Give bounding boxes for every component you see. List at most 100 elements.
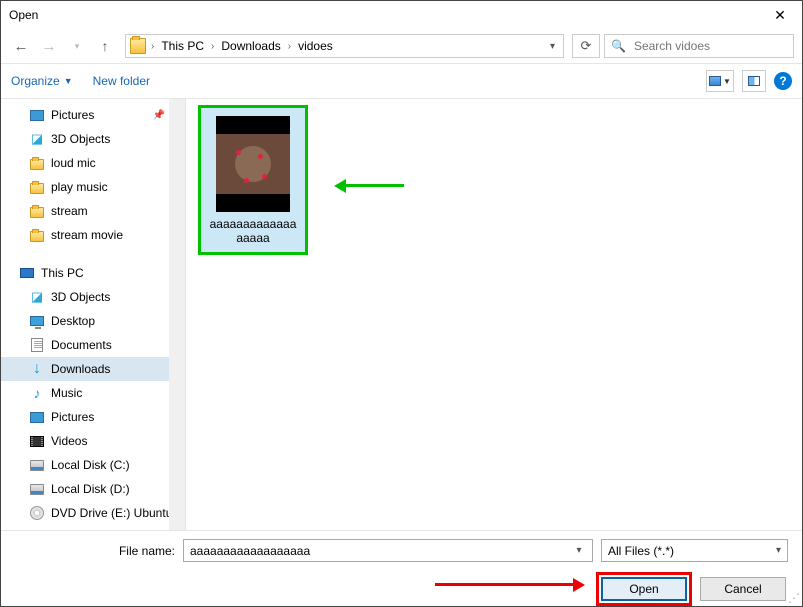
disk-icon [29, 457, 45, 473]
desktop-icon [29, 313, 45, 329]
dvd-icon [29, 505, 45, 521]
address-history-dropdown[interactable]: ▾ [546, 41, 559, 52]
search-icon: 🔍 [611, 39, 626, 53]
tree-item-label: Desktop [51, 314, 95, 328]
tree-item-play-music[interactable]: play music [1, 175, 185, 199]
open-button[interactable]: Open [601, 577, 687, 601]
dialog-body: Pictures 📌 ◪ 3D Objects loud mic play mu… [1, 99, 802, 530]
tree-item-dvd[interactable]: DVD Drive (E:) Ubuntu [1, 501, 185, 525]
tree-item-label: stream [51, 204, 88, 218]
this-pc-icon [19, 265, 35, 281]
breadcrumb-this-pc[interactable]: This PC [159, 39, 206, 53]
tree-item-videos[interactable]: Videos [1, 429, 185, 453]
close-button[interactable]: ✕ [758, 1, 802, 29]
chevron-down-icon: ▼ [723, 77, 731, 86]
downloads-icon: ↓ [29, 361, 45, 377]
tree-item-stream[interactable]: stream [1, 199, 185, 223]
tree-item-label: play music [51, 180, 108, 194]
tree-item-label: stream movie [51, 228, 123, 242]
dialog-footer: File name: ▾ All Files (*.*) ▾ Open Canc… [1, 530, 802, 606]
tree-item-label: Pictures [51, 108, 94, 122]
navigation-tree[interactable]: Pictures 📌 ◪ 3D Objects loud mic play mu… [1, 99, 186, 530]
annotation-highlight-open: Open [596, 572, 692, 606]
folder-icon [29, 203, 45, 219]
chevron-down-icon[interactable]: ▾ [570, 545, 588, 556]
window-title: Open [9, 8, 758, 22]
3d-objects-icon: ◪ [29, 131, 45, 147]
music-icon: ♪ [29, 385, 45, 401]
tree-item-label: Videos [51, 434, 87, 448]
chevron-right-icon[interactable]: › [208, 41, 217, 52]
folder-icon [29, 227, 45, 243]
tree-item-3d-qa[interactable]: ◪ 3D Objects [1, 127, 185, 151]
address-bar[interactable]: › This PC › Downloads › vidoes ▾ [125, 34, 564, 58]
tree-item-label: 3D Objects [51, 290, 110, 304]
command-bar: Organize ▼ New folder ▼ ? [1, 63, 802, 99]
3d-objects-icon: ◪ [29, 289, 45, 305]
documents-icon [29, 337, 45, 353]
resize-grip[interactable]: ⋰ [788, 592, 800, 604]
annotation-arrow-red [435, 578, 585, 592]
tree-item-pictures-qa[interactable]: Pictures 📌 [1, 103, 185, 127]
breadcrumb-current[interactable]: vidoes [296, 39, 335, 53]
tree-item-label: loud mic [51, 156, 96, 170]
tree-item-label: Downloads [51, 362, 110, 376]
navigation-bar: ← → ▾ ↑ › This PC › Downloads › vidoes ▾… [1, 29, 802, 63]
cancel-button[interactable]: Cancel [700, 577, 786, 601]
breadcrumb-downloads[interactable]: Downloads [219, 39, 282, 53]
file-type-filter[interactable]: All Files (*.*) ▾ [601, 539, 788, 562]
tree-item-downloads[interactable]: ↓ Downloads [1, 357, 185, 381]
help-button[interactable]: ? [774, 72, 792, 90]
tree-item-label: Documents [51, 338, 112, 352]
file-item-label: aaaaaaaaaaaaaaaaaa [205, 218, 301, 248]
forward-button[interactable]: → [37, 34, 61, 58]
chevron-right-icon[interactable]: › [285, 41, 294, 52]
tree-item-label: Music [51, 386, 82, 400]
folder-icon [29, 179, 45, 195]
preview-pane-button[interactable] [742, 70, 766, 92]
tree-item-documents[interactable]: Documents [1, 333, 185, 357]
search-box[interactable]: 🔍 [604, 34, 794, 58]
tree-item-label: Pictures [51, 410, 94, 424]
tree-item-disk-c[interactable]: Local Disk (C:) [1, 453, 185, 477]
chevron-down-icon: ▼ [64, 76, 73, 86]
tree-item-3d[interactable]: ◪ 3D Objects [1, 285, 185, 309]
pictures-icon [29, 409, 45, 425]
tree-item-label: Local Disk (D:) [51, 482, 130, 496]
file-list-area[interactable]: aaaaaaaaaaaaaaaaaa [186, 99, 802, 530]
tree-item-music[interactable]: ♪ Music [1, 381, 185, 405]
filename-label: File name: [15, 544, 175, 558]
tree-item-desktop[interactable]: Desktop [1, 309, 185, 333]
title-bar: Open ✕ [1, 1, 802, 29]
tree-item-stream-movie[interactable]: stream movie [1, 223, 185, 247]
thumbnails-icon [709, 76, 721, 86]
tree-item-label: This PC [41, 266, 84, 280]
file-item-selected[interactable]: aaaaaaaaaaaaaaaaaa [198, 105, 308, 255]
tree-item-label: DVD Drive (E:) Ubuntu [51, 506, 172, 520]
tree-item-label: 3D Objects [51, 132, 110, 146]
search-input[interactable] [632, 38, 791, 54]
refresh-button[interactable]: ⟳ [572, 34, 600, 58]
pictures-icon [29, 107, 45, 123]
pin-icon: 📌 [153, 110, 165, 121]
up-button[interactable]: ↑ [93, 34, 117, 58]
tree-item-loud-mic[interactable]: loud mic [1, 151, 185, 175]
recent-locations-dropdown[interactable]: ▾ [65, 34, 89, 58]
chevron-down-icon[interactable]: ▾ [776, 545, 781, 556]
new-folder-button[interactable]: New folder [93, 74, 150, 88]
filename-input[interactable] [188, 543, 570, 559]
view-options-button[interactable]: ▼ [706, 70, 734, 92]
preview-pane-icon [748, 76, 760, 86]
tree-item-disk-d[interactable]: Local Disk (D:) [1, 477, 185, 501]
tree-item-pictures[interactable]: Pictures [1, 405, 185, 429]
tree-scrollbar[interactable] [169, 99, 185, 530]
back-button[interactable]: ← [9, 34, 33, 58]
filename-combo[interactable]: ▾ [183, 539, 593, 562]
chevron-right-icon[interactable]: › [148, 41, 157, 52]
organize-menu[interactable]: Organize ▼ [11, 74, 73, 88]
tree-item-this-pc[interactable]: This PC [1, 261, 185, 285]
annotation-arrow-green [334, 179, 404, 193]
folder-icon [29, 155, 45, 171]
disk-icon [29, 481, 45, 497]
video-thumbnail [216, 116, 290, 212]
